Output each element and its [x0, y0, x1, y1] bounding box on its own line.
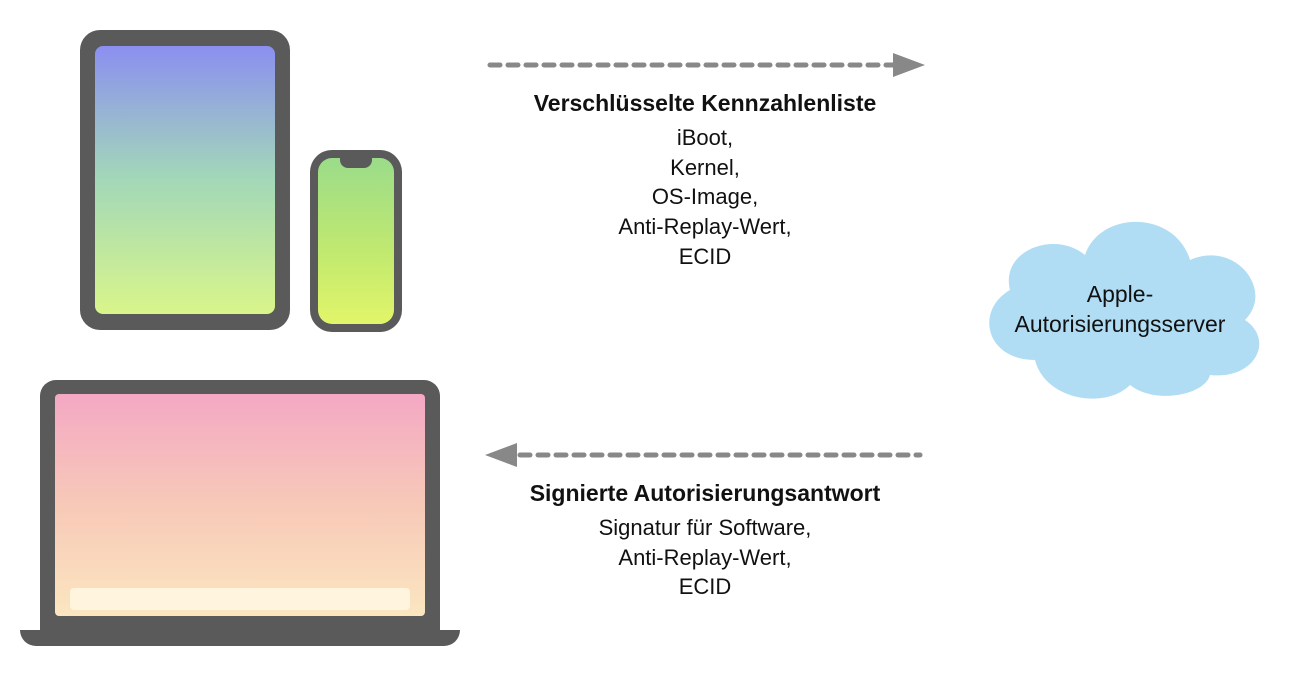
arrow-right-icon	[485, 50, 925, 80]
cloud-group: Apple- Autorisierungsserver	[965, 180, 1275, 415]
request-line-2: Kernel,	[480, 153, 930, 183]
laptop-base	[20, 630, 460, 646]
arrow-left-icon	[485, 440, 925, 470]
request-line-5: ECID	[480, 242, 930, 272]
request-line-4: Anti-Replay-Wert,	[480, 212, 930, 242]
response-line-2: Anti-Replay-Wert,	[480, 543, 930, 573]
response-title: Signierte Autorisierungsantwort	[480, 480, 930, 507]
laptop-icon	[40, 380, 460, 646]
cloud-line-2: Autorisierungsserver	[975, 310, 1265, 340]
cloud-label: Apple- Autorisierungsserver	[965, 280, 1275, 340]
request-line-3: OS-Image,	[480, 182, 930, 212]
ipad-screen	[95, 46, 275, 314]
response-lines: Signatur für Software, Anti-Replay-Wert,…	[480, 513, 930, 602]
request-lines: iBoot, Kernel, OS-Image, Anti-Replay-Wer…	[480, 123, 930, 271]
iphone-screen	[318, 158, 394, 324]
cloud-line-1: Apple-	[975, 280, 1265, 310]
ipad-icon	[80, 30, 290, 330]
iphone-icon	[310, 150, 402, 332]
response-line-3: ECID	[480, 572, 930, 602]
laptop-dock	[70, 588, 410, 610]
response-block: Signierte Autorisierungsantwort Signatur…	[480, 440, 930, 602]
request-block: Verschlüsselte Kennzahlenliste iBoot, Ke…	[480, 50, 930, 271]
laptop-body	[40, 380, 440, 630]
iphone-notch	[340, 158, 372, 168]
request-title: Verschlüsselte Kennzahlenliste	[480, 90, 930, 117]
diagram-container: Verschlüsselte Kennzahlenliste iBoot, Ke…	[0, 0, 1295, 686]
request-line-1: iBoot,	[480, 123, 930, 153]
laptop-screen	[55, 394, 425, 616]
response-line-1: Signatur für Software,	[480, 513, 930, 543]
